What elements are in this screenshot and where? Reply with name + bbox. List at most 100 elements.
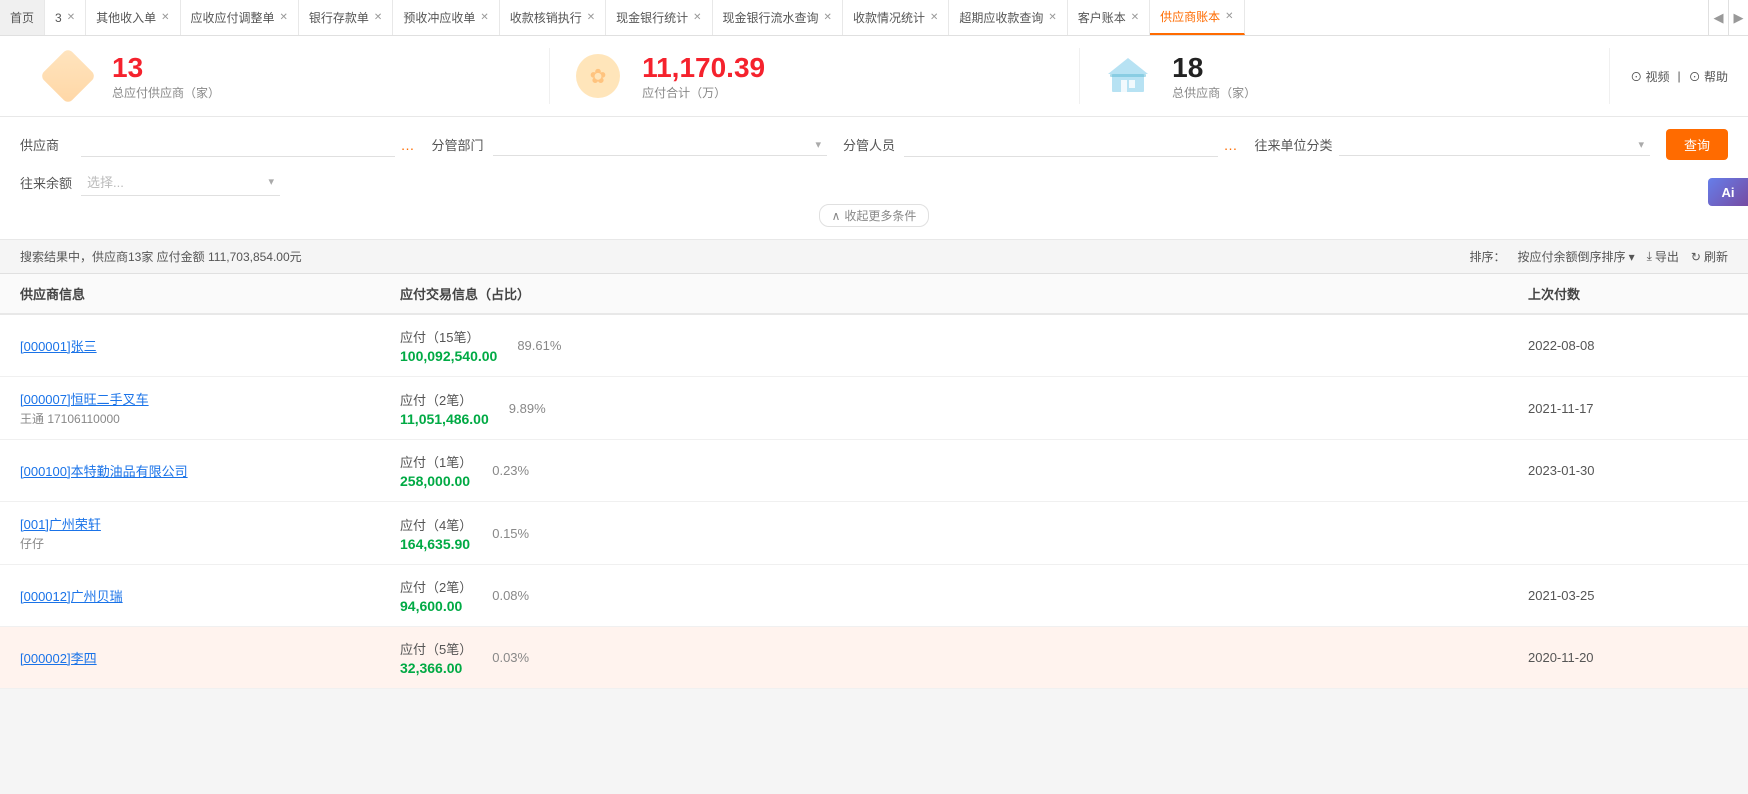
collapse-bar: ∧ 收起更多条件 (20, 204, 1728, 227)
col-header-lastpay: 上次付数 (1528, 284, 1728, 303)
supplier-name-2[interactable]: [000100]本特勤油品有限公司 (20, 461, 400, 480)
query-button[interactable]: 查询 (1666, 129, 1728, 160)
nav-bank-deposit-close[interactable]: ✕ (374, 12, 382, 23)
summary-card-3: 18 总供应商（家） (1080, 48, 1610, 104)
table-header: 供应商信息 应付交易信息（占比） 上次付数 (0, 274, 1748, 315)
total-payable-amount: 11,170.39 (642, 51, 765, 85)
nav-receipt-stat[interactable]: 收款情况统计 ✕ (843, 0, 949, 35)
nav-customer-ledger[interactable]: 客户账本 ✕ (1068, 0, 1150, 35)
nav-home[interactable]: 首页 (0, 0, 45, 35)
nav-cash-flow[interactable]: 现金银行流水查询 ✕ (713, 0, 843, 35)
nav-customer-ledger-close[interactable]: ✕ (1131, 12, 1139, 23)
ai-badge-button[interactable]: Ai (1708, 178, 1748, 206)
summary-icon-1 (40, 48, 96, 104)
nav-bank-deposit[interactable]: 银行存款单 ✕ (299, 0, 393, 35)
sort-label: 排序： (1470, 248, 1506, 265)
trans-amount-5[interactable]: 32,366.00 (400, 660, 472, 676)
supplier-input[interactable] (81, 133, 395, 157)
result-actions: 排序： 按应付余额倒序排序 ▾ ⤓ 导出 ↻ 刷新 (1470, 248, 1728, 265)
nav-receipt-stat-close[interactable]: ✕ (930, 12, 938, 23)
supplier-name-4[interactable]: [000012]广州贝瑞 (20, 586, 400, 605)
nav-cash-bank-stat-close[interactable]: ✕ (693, 12, 701, 23)
supplier-sub-1: 王通 17106110000 (20, 410, 400, 427)
supplier-dots-icon[interactable]: … (401, 137, 416, 153)
sort-value: 按应付余额倒序排序 (1518, 248, 1626, 265)
trans-amount-2[interactable]: 258,000.00 (400, 473, 472, 489)
summary-card-1: 13 总应付供应商（家） (20, 48, 550, 104)
nav-prepaid-close[interactable]: ✕ (480, 12, 488, 23)
nav-ar-ap-adjust[interactable]: 应收应付调整单 ✕ (181, 0, 299, 35)
balance-select-value: 选择... (87, 172, 124, 191)
nav-tab3[interactable]: 3 ✕ (45, 0, 86, 35)
trans-amount-4[interactable]: 94,600.00 (400, 598, 472, 614)
trans-amount-1[interactable]: 11,051,486.00 (400, 411, 489, 427)
supplier-col-4: [000012]广州贝瑞 (20, 586, 400, 605)
department-chevron-icon: ▾ (815, 138, 821, 151)
nav-other-income[interactable]: 其他收入单 ✕ (86, 0, 180, 35)
balance-select[interactable]: 选择... ▾ (81, 168, 280, 196)
nav-supplier-ledger-close[interactable]: ✕ (1225, 11, 1233, 22)
nav-arrows: ◀ ▶ (1708, 0, 1748, 36)
nav-overdue-ar[interactable]: 超期应收款查询 ✕ (949, 0, 1067, 35)
collapse-up-icon: ∧ (832, 209, 841, 223)
total-suppliers-label: 总供应商（家） (1172, 84, 1256, 101)
refresh-button[interactable]: ↻ 刷新 (1691, 248, 1728, 265)
export-button[interactable]: ⤓ 导出 (1647, 248, 1679, 265)
supplier-name-3[interactable]: [001]广州荣轩 (20, 514, 400, 533)
lastpay-col-4: 2021-03-25 (1528, 588, 1728, 603)
nav-receipt-verify[interactable]: 收款核销执行 ✕ (500, 0, 606, 35)
nav-supplier-ledger-label: 供应商账本 (1160, 8, 1220, 25)
nav-other-income-close[interactable]: ✕ (161, 12, 169, 23)
person-dots-icon[interactable]: … (1224, 137, 1239, 153)
table-row: [000007]恒旺二手叉车 王通 17106110000 应付（2笔） 11,… (0, 377, 1748, 440)
supplier-name-1[interactable]: [000007]恒旺二手叉车 (20, 389, 400, 408)
trans-amount-0[interactable]: 100,092,540.00 (400, 348, 497, 364)
balance-filter-label: 往来余额 (20, 173, 75, 192)
col-header-supplier: 供应商信息 (20, 284, 400, 303)
trans-detail-1: 应付（2笔） 11,051,486.00 (400, 390, 489, 427)
trans-percent-2: 0.23% (492, 463, 529, 478)
transaction-col-0: 应付（15笔） 100,092,540.00 89.61% (400, 327, 1528, 364)
nav-receipt-verify-close[interactable]: ✕ (587, 12, 595, 23)
nav-cash-flow-close[interactable]: ✕ (824, 12, 832, 23)
trans-label-3: 应付（4笔） (400, 515, 472, 534)
nav-supplier-ledger[interactable]: 供应商账本 ✕ (1150, 0, 1244, 35)
nav-receipt-verify-label: 收款核销执行 (510, 9, 582, 26)
nav-ar-ap-adjust-close[interactable]: ✕ (280, 12, 288, 23)
transaction-info-0: 应付（15笔） 100,092,540.00 89.61% (400, 327, 1528, 364)
collapse-button[interactable]: ∧ 收起更多条件 (819, 204, 930, 227)
trans-percent-5: 0.03% (492, 650, 529, 665)
nav-prev-btn[interactable]: ◀ (1708, 0, 1728, 36)
lastpay-col-1: 2021-11-17 (1528, 401, 1728, 416)
department-select[interactable]: ▾ (493, 134, 828, 156)
sort-select[interactable]: 按应付余额倒序排序 ▾ (1518, 248, 1635, 265)
table-row: [000100]本特勤油品有限公司 应付（1笔） 258,000.00 0.23… (0, 440, 1748, 502)
content-area: 供应商信息 应付交易信息（占比） 上次付数 [000001]张三 应付（15笔）… (0, 274, 1748, 794)
trans-amount-3[interactable]: 164,635.90 (400, 536, 472, 552)
shop-svg-icon (1106, 54, 1150, 98)
nav-cash-bank-stat[interactable]: 现金银行统计 ✕ (606, 0, 712, 35)
help-link[interactable]: ⊙ 帮助 (1689, 68, 1728, 85)
supplier-name-0[interactable]: [000001]张三 (20, 336, 400, 355)
transaction-col-5: 应付（5笔） 32,366.00 0.03% (400, 639, 1528, 676)
nav-prepaid[interactable]: 预收冲应收单 ✕ (393, 0, 499, 35)
nav-tab3-label: 3 (55, 11, 62, 25)
category-filter-label: 往来单位分类 (1255, 135, 1333, 154)
page-container: 首页 3 ✕ 其他收入单 ✕ 应收应付调整单 ✕ 银行存款单 ✕ 预收冲应收单 … (0, 0, 1748, 794)
supplier-name-5[interactable]: [000002]李四 (20, 648, 400, 667)
sort-chevron-icon: ▾ (1629, 250, 1635, 264)
nav-bank-deposit-label: 银行存款单 (309, 9, 369, 26)
transaction-col-2: 应付（1笔） 258,000.00 0.23% (400, 452, 1528, 489)
nav-tab3-close[interactable]: ✕ (67, 12, 75, 23)
lastpay-date-5: 2020-11-20 (1528, 650, 1594, 665)
video-link[interactable]: ⊙ 视频 (1630, 68, 1669, 85)
top-right-links: ⊙ 视频 | ⊙ 帮助 (1610, 68, 1728, 85)
transaction-col-4: 应付（2笔） 94,600.00 0.08% (400, 577, 1528, 614)
category-select[interactable]: ▾ (1339, 134, 1650, 156)
total-payable-suppliers: 13 (112, 51, 220, 85)
table-row: [000012]广州贝瑞 应付（2笔） 94,600.00 0.08% 2021… (0, 565, 1748, 627)
nav-overdue-ar-close[interactable]: ✕ (1048, 12, 1056, 23)
nav-next-btn[interactable]: ▶ (1728, 0, 1748, 36)
person-input[interactable] (904, 133, 1218, 157)
col-header-transaction: 应付交易信息（占比） (400, 284, 1528, 303)
